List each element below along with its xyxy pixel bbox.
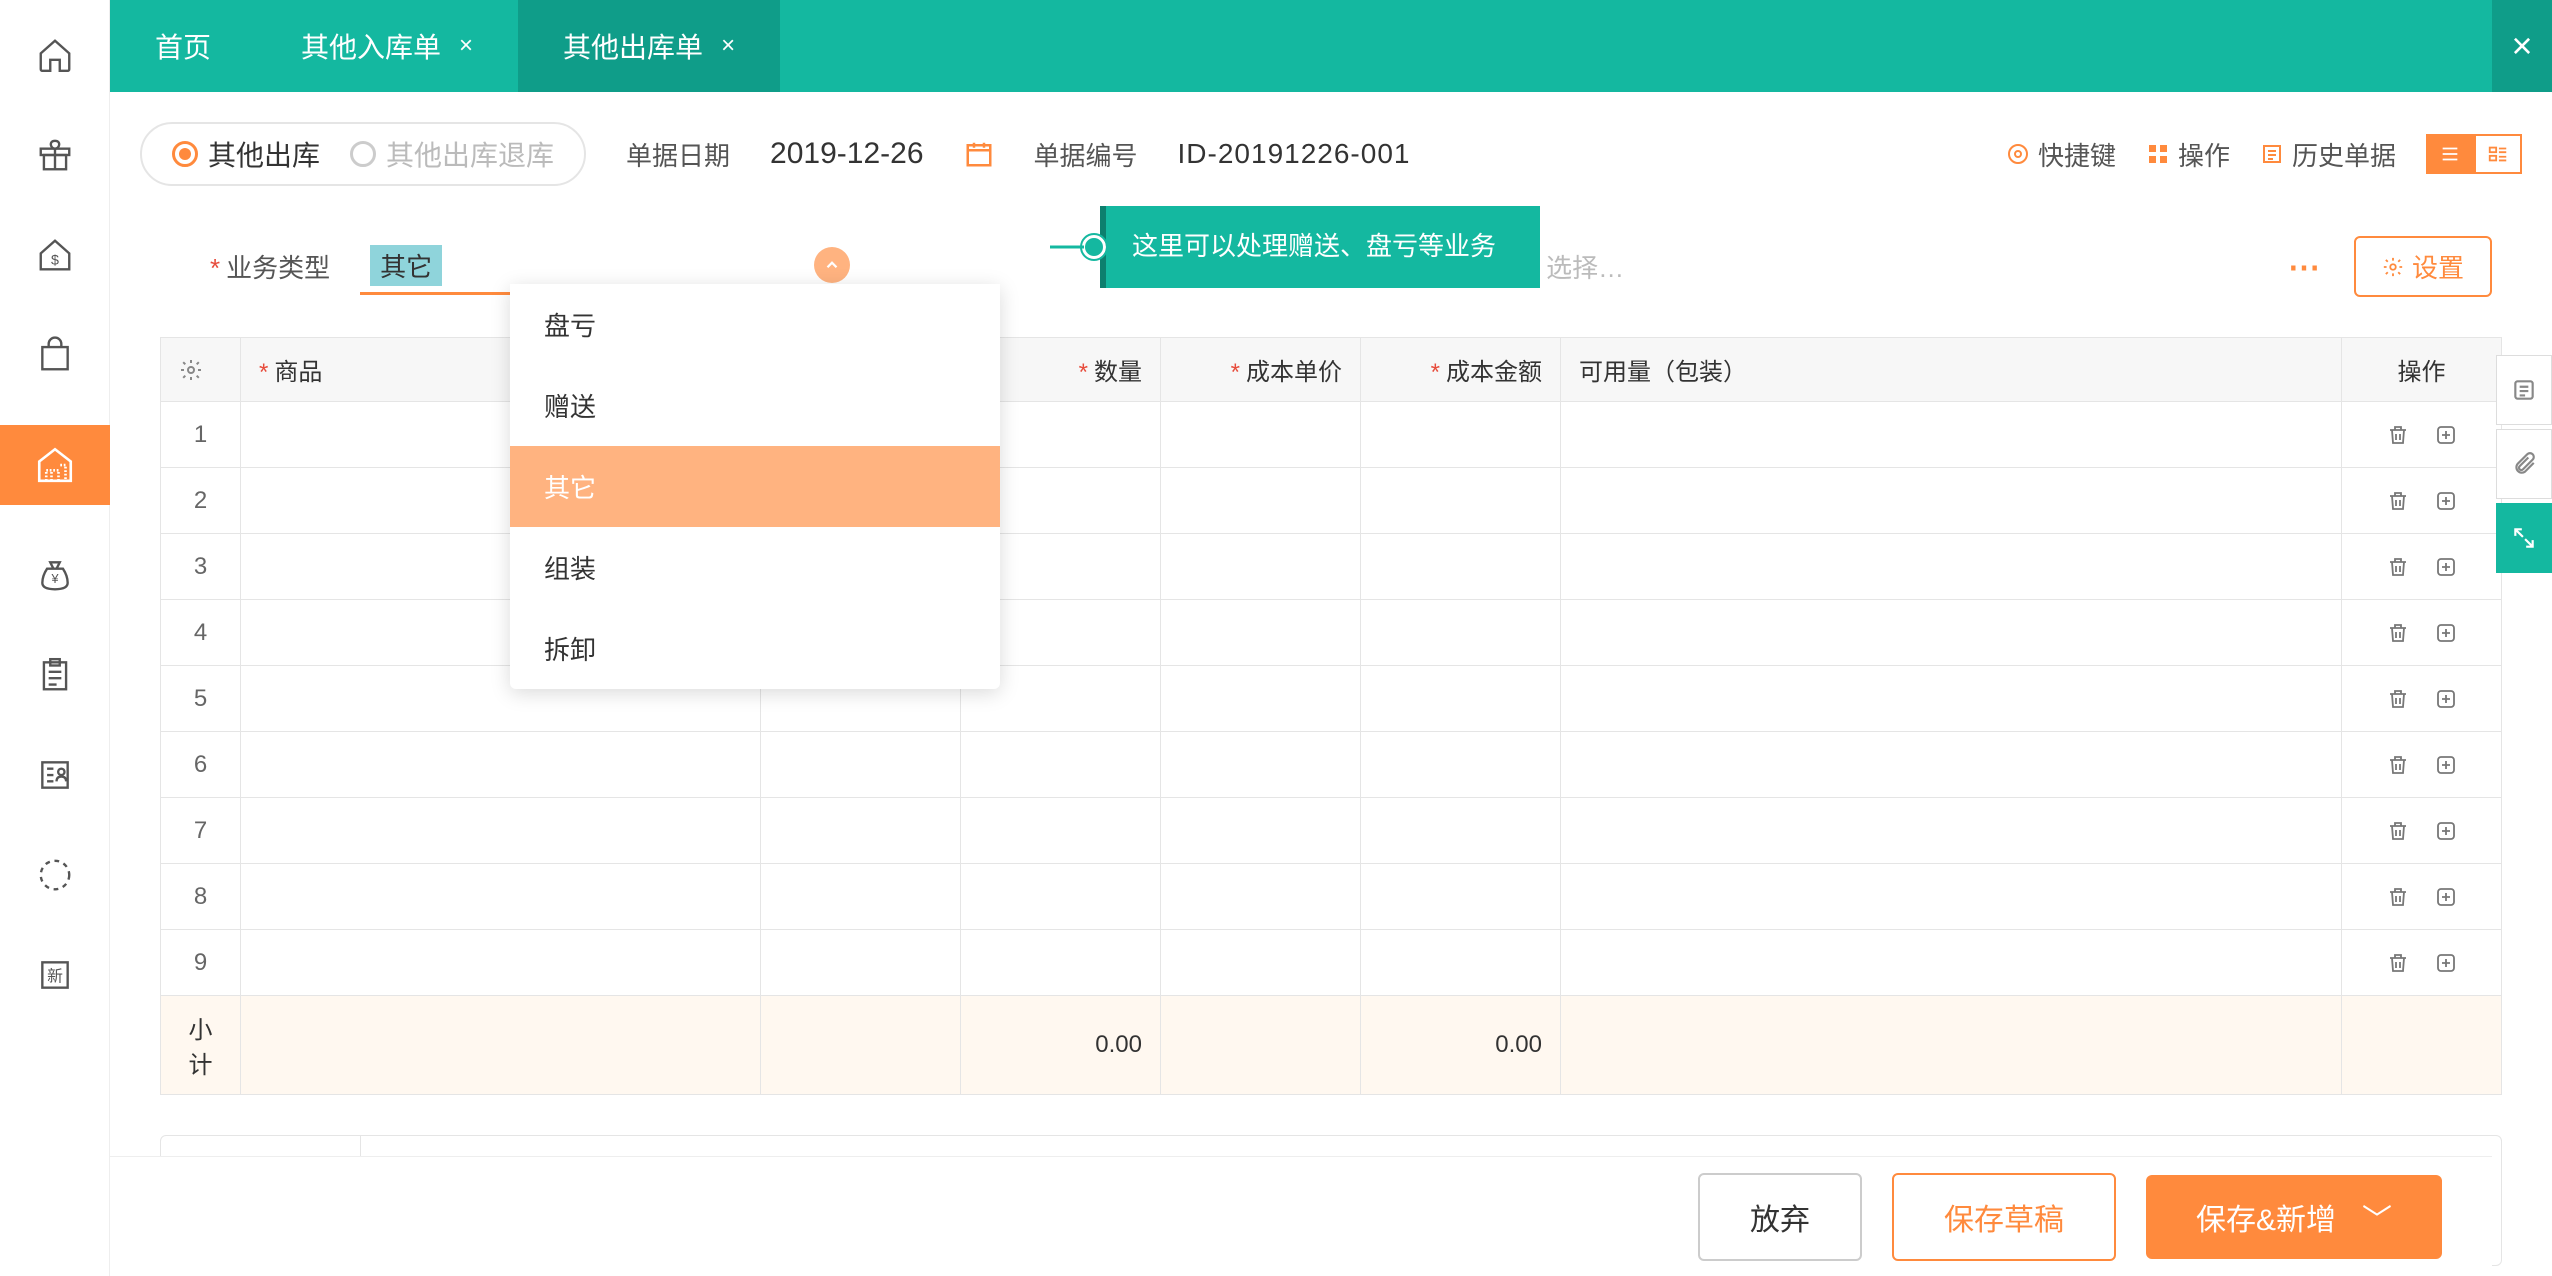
- row-index: 1: [161, 402, 241, 468]
- row-index: 8: [161, 864, 241, 930]
- add-row-icon[interactable]: [2434, 819, 2458, 843]
- svg-text:$: $: [51, 253, 59, 269]
- date-value[interactable]: 2019-12-26: [770, 137, 923, 171]
- tab-home[interactable]: 首页: [110, 0, 256, 92]
- row-index: 9: [161, 930, 241, 996]
- chevron-up-icon[interactable]: [814, 247, 850, 283]
- rail-expand-icon[interactable]: [2496, 503, 2552, 573]
- nav-warehouse-icon[interactable]: [0, 425, 110, 505]
- shortcut-link[interactable]: 快捷键: [2006, 136, 2116, 173]
- subtotal-qty: 0.00: [961, 996, 1161, 1095]
- doc-id-value: ID-20191226-001: [1178, 138, 1411, 170]
- table-row[interactable]: 9: [161, 930, 2502, 996]
- table-row[interactable]: 6: [161, 732, 2502, 798]
- nav-contacts-icon[interactable]: [25, 745, 85, 805]
- delete-icon[interactable]: [2386, 687, 2410, 711]
- save-new-button[interactable]: 保存&新增﹀: [2146, 1175, 2442, 1259]
- sidebar: $ ¥ 新: [0, 0, 110, 1276]
- tabbar: 首页 其他入库单× 其他出库单× ×: [110, 0, 2552, 92]
- radio-other-out[interactable]: 其他出库: [172, 134, 320, 174]
- table-row[interactable]: 7: [161, 798, 2502, 864]
- add-row-icon[interactable]: [2434, 423, 2458, 447]
- close-icon[interactable]: ×: [721, 32, 735, 60]
- dropdown-option[interactable]: 赠送: [510, 365, 1000, 446]
- handler-select[interactable]: 选择…: [1546, 248, 1946, 285]
- add-row-icon[interactable]: [2434, 555, 2458, 579]
- row-index: 7: [161, 798, 241, 864]
- add-row-icon[interactable]: [2434, 489, 2458, 513]
- dropdown-option[interactable]: 盘亏: [510, 284, 1000, 365]
- more-icon[interactable]: ⋯: [2288, 248, 2324, 286]
- view-list-icon[interactable]: [2426, 134, 2474, 174]
- add-row-icon[interactable]: [2434, 753, 2458, 777]
- save-draft-button[interactable]: 保存草稿: [1892, 1173, 2116, 1261]
- svg-text:¥: ¥: [50, 572, 59, 586]
- nav-money-home-icon[interactable]: $: [25, 225, 85, 285]
- date-label: 单据日期: [626, 136, 730, 173]
- right-rail: [2496, 355, 2552, 573]
- row-index: 6: [161, 732, 241, 798]
- biz-type-dropdown: 盘亏 赠送 其它 组装 拆卸: [510, 284, 1000, 689]
- hint-tooltip: 这里可以处理赠送、盘亏等业务: [1100, 206, 1540, 288]
- chevron-down-icon: ﹀: [2362, 1195, 2392, 1239]
- delete-icon[interactable]: [2386, 423, 2410, 447]
- subtotal-label: 小计: [161, 996, 241, 1095]
- col-available: 可用量（包装）: [1561, 338, 2342, 402]
- doc-type-radio-group: 其他出库 其他出库退库: [140, 122, 586, 186]
- tab-other-out[interactable]: 其他出库单×: [518, 0, 780, 92]
- discard-button[interactable]: 放弃: [1698, 1173, 1862, 1261]
- row-index: 4: [161, 600, 241, 666]
- rail-attach-icon[interactable]: [2496, 429, 2552, 499]
- col-cost-price: *成本单价: [1161, 338, 1361, 402]
- dropdown-option[interactable]: 拆卸: [510, 608, 1000, 689]
- footer-actions: 放弃 保存草稿 保存&新增﹀: [110, 1156, 2492, 1276]
- close-all-icon[interactable]: ×: [2492, 0, 2552, 92]
- add-row-icon[interactable]: [2434, 951, 2458, 975]
- add-row-icon[interactable]: [2434, 687, 2458, 711]
- delete-icon[interactable]: [2386, 555, 2410, 579]
- nav-new-icon[interactable]: 新: [25, 945, 85, 1005]
- calendar-icon[interactable]: [964, 139, 994, 169]
- nav-home-icon[interactable]: [25, 25, 85, 85]
- add-row-icon[interactable]: [2434, 885, 2458, 909]
- view-toggle: [2426, 134, 2522, 174]
- nav-gift-icon[interactable]: [25, 125, 85, 185]
- nav-clipboard-icon[interactable]: [25, 645, 85, 705]
- biz-type-label: *业务类型: [210, 248, 330, 285]
- dropdown-option[interactable]: 其它: [510, 446, 1000, 527]
- col-cost-amount: *成本金额: [1361, 338, 1561, 402]
- table-row[interactable]: 8: [161, 864, 2502, 930]
- biz-type-value: 其它: [370, 245, 442, 286]
- radio-other-out-return[interactable]: 其他出库退库: [350, 134, 554, 174]
- delete-icon[interactable]: [2386, 489, 2410, 513]
- delete-icon[interactable]: [2386, 951, 2410, 975]
- row-index: 3: [161, 534, 241, 600]
- settings-button[interactable]: 设置: [2354, 236, 2492, 297]
- svg-text:新: 新: [47, 967, 63, 985]
- col-settings-icon[interactable]: [161, 338, 241, 402]
- history-link[interactable]: 历史单据: [2260, 136, 2396, 173]
- delete-icon[interactable]: [2386, 819, 2410, 843]
- dropdown-option[interactable]: 组装: [510, 527, 1000, 608]
- row-index: 2: [161, 468, 241, 534]
- tab-other-in[interactable]: 其他入库单×: [256, 0, 518, 92]
- subtotal-amount: 0.00: [1361, 996, 1561, 1095]
- delete-icon[interactable]: [2386, 885, 2410, 909]
- nav-bag-icon[interactable]: [25, 325, 85, 385]
- delete-icon[interactable]: [2386, 621, 2410, 645]
- delete-icon[interactable]: [2386, 753, 2410, 777]
- nav-money-bag-icon[interactable]: ¥: [25, 545, 85, 605]
- operate-link[interactable]: 操作: [2146, 136, 2230, 173]
- rail-detail-icon[interactable]: [2496, 355, 2552, 425]
- view-card-icon[interactable]: [2474, 134, 2522, 174]
- add-row-icon[interactable]: [2434, 621, 2458, 645]
- nav-sync-icon[interactable]: [25, 845, 85, 905]
- close-icon[interactable]: ×: [459, 32, 473, 60]
- doc-id-label: 单据编号: [1034, 136, 1138, 173]
- col-operate: 操作: [2342, 338, 2502, 402]
- row-index: 5: [161, 666, 241, 732]
